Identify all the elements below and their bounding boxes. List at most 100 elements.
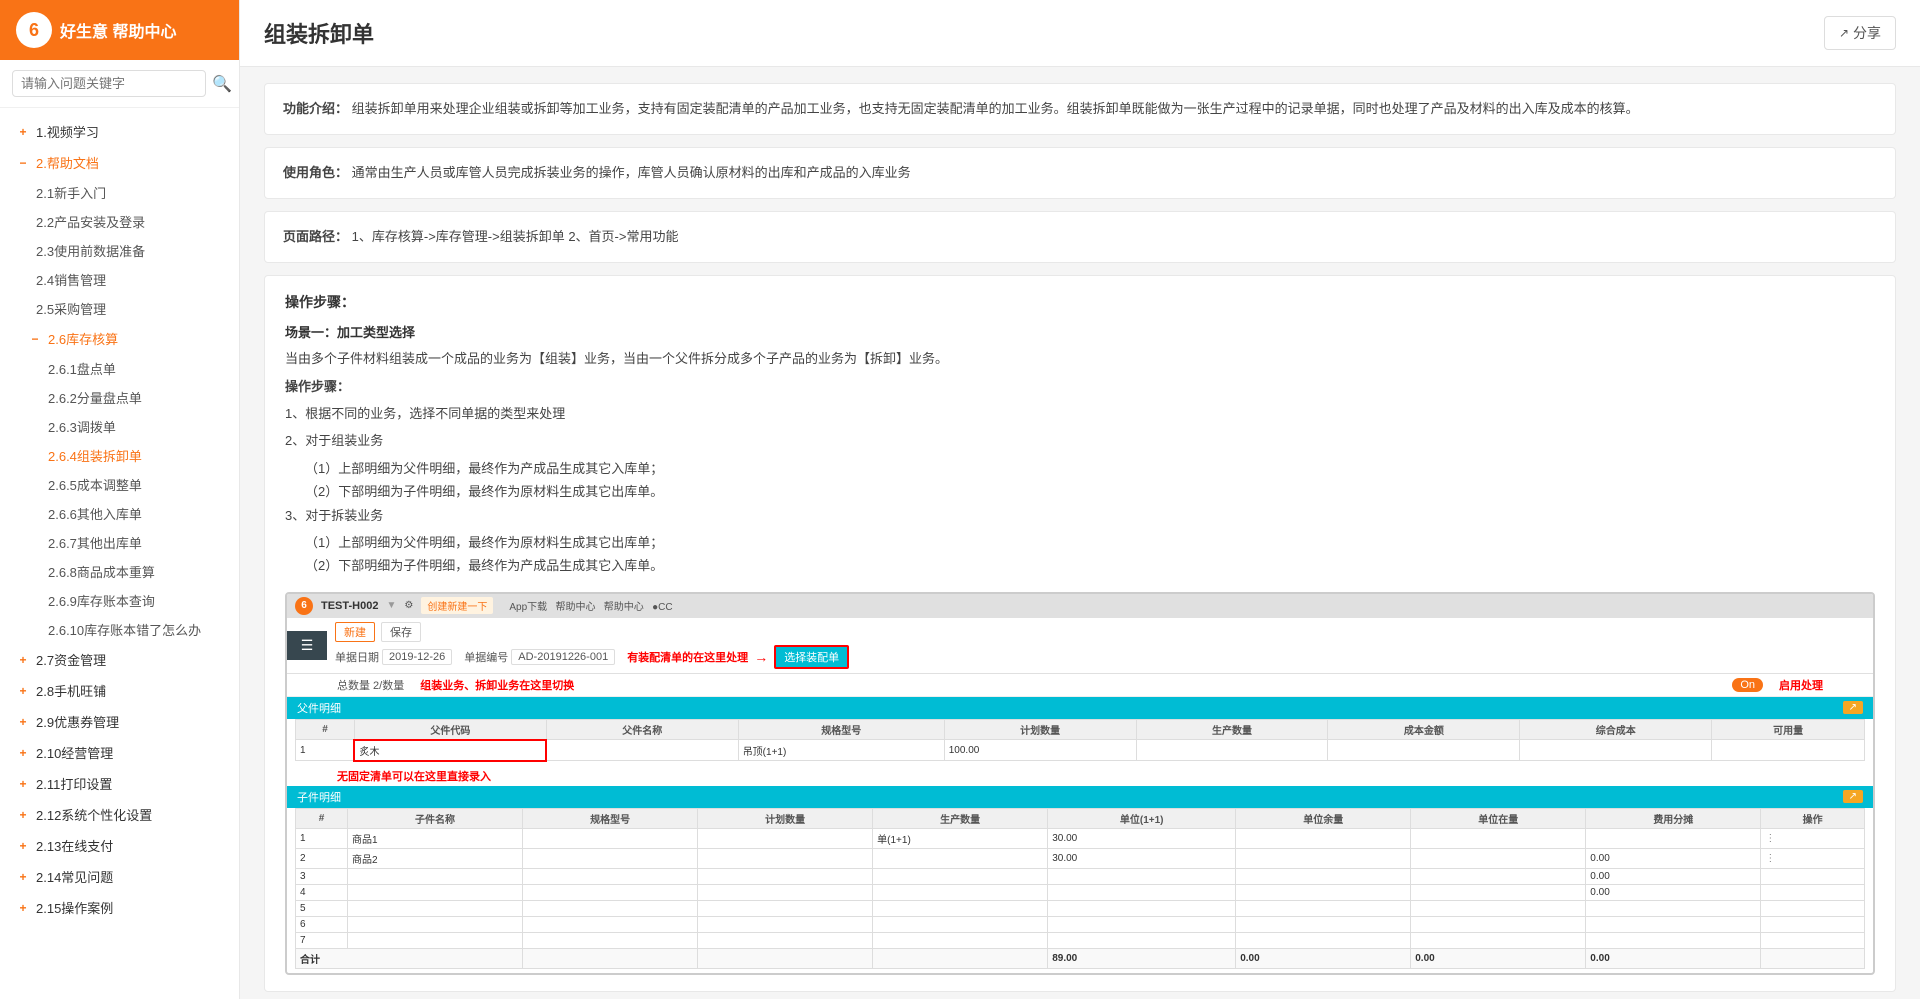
nav-tree: + 1.视频学习 − 2.帮助文档 2.1新手入门 2.2产品安装及登录 2.3…: [0, 108, 239, 999]
scenario-title: 场景一：加工类型选择: [285, 322, 1875, 341]
sidebar-item-2-14[interactable]: + 2.14常见问题: [0, 861, 239, 892]
app-tab-new[interactable]: 新建: [335, 622, 375, 642]
child-section-label: 子件明细: [297, 789, 341, 805]
sidebar-item-2-5[interactable]: 2.5采购管理: [0, 294, 239, 323]
role-block: 使用角色： 通常由生产人员或库管人员完成拆装业务的操作，库管人员确认原材料的出库…: [264, 147, 1896, 199]
sidebar-item-2-12-label: 2.12系统个性化设置: [36, 805, 152, 824]
share-button[interactable]: ↗ 分享: [1824, 16, 1896, 50]
child-table-wrapper: # 子件名称 规格型号 计划数量 生产数量 单位(1+1) 单位余量 单位在量 …: [287, 808, 1873, 973]
sidebar-item-2-11[interactable]: + 2.11打印设置: [0, 768, 239, 799]
col-cost-header: 成本金额: [1328, 719, 1520, 740]
child-row-2: 2商品230.000.00⋮: [296, 848, 1865, 868]
sidebar-item-2-6-1[interactable]: 2.6.1盘点单: [0, 354, 239, 383]
child-col-seq: #: [296, 808, 348, 828]
logo-icon: 6: [16, 12, 52, 48]
sidebar-item-2-13[interactable]: + 2.13在线支付: [0, 830, 239, 861]
sidebar-item-2-6-10[interactable]: 2.6.10库存账本错了怎么办: [0, 615, 239, 644]
plus-icon-2-14: +: [16, 870, 30, 884]
child-row-4: 40.00: [296, 884, 1865, 900]
sidebar-item-2-4[interactable]: 2.4销售管理: [0, 265, 239, 294]
child-col-v3: 单位在量: [1411, 808, 1586, 828]
sidebar-item-2-6-6[interactable]: 2.6.6其他入库单: [0, 499, 239, 528]
search-input[interactable]: [12, 70, 206, 97]
share-label: 分享: [1853, 23, 1881, 43]
function-intro-block: 功能介绍： 组装拆卸单用来处理企业组装或拆卸等加工业务，支持有固定装配清单的产品…: [264, 83, 1896, 135]
app-sub-row: 总数量 2/数量 组装业务、拆卸业务在这里切换 On 启用处理: [287, 674, 1873, 697]
expand-btn-2[interactable]: ↗: [1843, 790, 1863, 803]
col-avail-header: 可用量: [1712, 719, 1865, 740]
select-bom-btn[interactable]: 选择装配单: [774, 645, 849, 669]
child-row-2-action[interactable]: ⋮: [1765, 853, 1775, 864]
parent-inqty-1: [1136, 740, 1328, 761]
sidebar-item-2-15[interactable]: + 2.15操作案例: [0, 892, 239, 923]
path-label: 页面路径：: [283, 229, 348, 244]
plus-icon-2-15: +: [16, 901, 30, 915]
app-tab-save[interactable]: 保存: [381, 622, 421, 642]
col-spec-header: 规格型号: [738, 719, 944, 740]
sidebar-item-2-6-4[interactable]: 2.6.4组装拆卸单: [0, 441, 239, 470]
app-topbar-create-btn[interactable]: 创建新建一下: [421, 597, 493, 614]
child-table: # 子件名称 规格型号 计划数量 生产数量 单位(1+1) 单位余量 单位在量 …: [295, 808, 1865, 969]
col-name-header: 父件名称: [546, 719, 738, 740]
sidebar-item-2-8[interactable]: + 2.8手机旺铺: [0, 675, 239, 706]
app-icons-right: App下载 帮助中心 帮助中心 ●CC: [509, 598, 672, 613]
form-no-value[interactable]: AD-20191226-001: [511, 649, 615, 665]
form-date-value[interactable]: 2019-12-26: [382, 649, 452, 665]
function-intro-label: 功能介绍：: [283, 101, 348, 116]
sidebar-item-2-6-9[interactable]: 2.6.9库存账本查询: [0, 586, 239, 615]
parent-name-1: [546, 740, 738, 761]
step2: 2、对于组装业务: [285, 429, 1875, 452]
step2-sub1: （1）上部明细为父件明细，最终作为产成品生成其它入库单；: [305, 457, 1875, 480]
parent-row-1: 1 炙木 吊顶(1+1) 100.00: [296, 740, 1865, 761]
sidebar-item-video-label: 1.视频学习: [36, 122, 99, 141]
sidebar-item-2-6-7[interactable]: 2.6.7其他出库单: [0, 528, 239, 557]
sidebar-item-2-6-2[interactable]: 2.6.2分量盘点单: [0, 383, 239, 412]
sidebar-item-2-12[interactable]: + 2.12系统个性化设置: [0, 799, 239, 830]
sidebar-item-2-6-8[interactable]: 2.6.8商品成本重算: [0, 557, 239, 586]
expand-btn[interactable]: ↗: [1843, 701, 1863, 714]
app-topbar-icon1: ⚙: [404, 600, 413, 611]
role-label: 使用角色：: [283, 165, 348, 180]
sidebar: 6 好生意 帮助中心 🔍 + 1.视频学习 − 2.帮助文档 2.1新手入门 2…: [0, 0, 240, 999]
sidebar-item-2-1[interactable]: 2.1新手入门: [0, 178, 239, 207]
page-title: 组装拆卸单: [264, 17, 374, 49]
step3: 3、对于拆装业务: [285, 504, 1875, 527]
screenshot-wrapper: 6 TEST-H002 ▼ ⚙ 创建新建一下 App下载 帮助中心 帮助中心 ●…: [285, 592, 1875, 975]
child-col-inqty: 生产数量: [873, 808, 1048, 828]
app-toolbar-inner: 新建 保存 单据日期 2019-12-26 单据编号 AD-2: [327, 618, 1873, 673]
sidebar-item-docs[interactable]: − 2.帮助文档: [0, 147, 239, 178]
parent-table-wrapper: # 父件代码 父件名称 规格型号 计划数量 生产数量 成本金额 综合成本 可用量: [287, 719, 1873, 766]
child-section-header: 子件明细 ↗: [287, 786, 1873, 808]
parent-cost-1: [1328, 740, 1520, 761]
content-area: 功能介绍： 组装拆卸单用来处理企业组装或拆卸等加工业务，支持有固定装配清单的产品…: [240, 67, 1920, 999]
sidebar-item-2-6[interactable]: − 2.6库存核算: [0, 323, 239, 354]
sidebar-item-2-3[interactable]: 2.3使用前数据准备: [0, 236, 239, 265]
sidebar-item-2-13-label: 2.13在线支付: [36, 836, 113, 855]
steps-subtitle: 操作步骤：: [285, 375, 1875, 398]
sidebar-item-2-6-3[interactable]: 2.6.3调拨单: [0, 412, 239, 441]
sidebar-item-2-2[interactable]: 2.2产品安装及登录: [0, 207, 239, 236]
search-button[interactable]: 🔍: [212, 74, 232, 94]
sidebar-item-2-6-5[interactable]: 2.6.5成本调整单: [0, 470, 239, 499]
sidebar-item-2-10[interactable]: + 2.10经营管理: [0, 737, 239, 768]
child-row-1-action[interactable]: ⋮: [1765, 833, 1775, 844]
app-form-row: 单据日期 2019-12-26 单据编号 AD-20191226-001 有装配…: [335, 645, 1865, 669]
sidebar-item-2-9[interactable]: + 2.9优惠券管理: [0, 706, 239, 737]
plus-icon-2-8: +: [16, 684, 30, 698]
col-seq-header: #: [296, 719, 355, 740]
app-topbar-separator: ▼: [386, 600, 396, 611]
plus-icon: +: [16, 125, 30, 139]
toggle-on-label[interactable]: On: [1732, 678, 1763, 692]
app-tab-row: 新建 保存: [335, 622, 1865, 642]
share-icon: ↗: [1839, 26, 1849, 40]
footer-total4: 0.00: [1586, 948, 1761, 968]
parent-section-header: 父件明细 ↗: [287, 697, 1873, 719]
step1: 1、根据不同的业务，选择不同单据的类型来处理: [285, 402, 1875, 425]
sidebar-item-2-7[interactable]: + 2.7资金管理: [0, 644, 239, 675]
plus-icon-2-12: +: [16, 808, 30, 822]
child-row-3: 30.00: [296, 868, 1865, 884]
child-col-v2: 单位余量: [1236, 808, 1411, 828]
sidebar-item-video[interactable]: + 1.视频学习: [0, 116, 239, 147]
plus-icon-2-7: +: [16, 653, 30, 667]
app-topbar-id: TEST-H002: [321, 600, 378, 612]
